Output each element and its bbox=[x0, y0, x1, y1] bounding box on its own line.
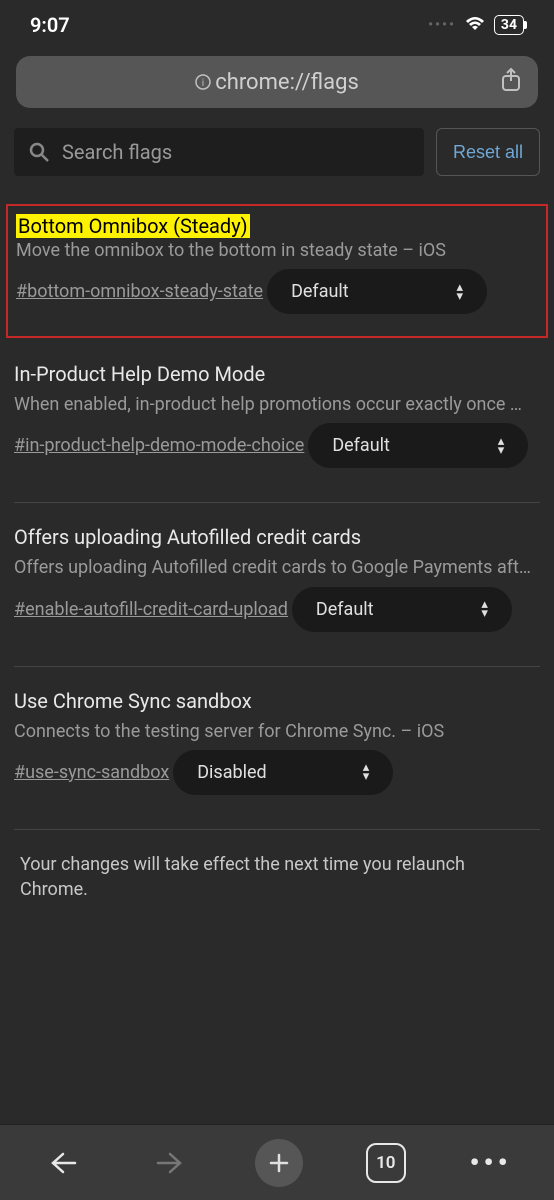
flag-sync-sandbox: Use Chrome Sync sandbox Connects to the … bbox=[14, 689, 540, 801]
svg-text:i: i bbox=[202, 78, 204, 89]
status-bar: 9:07 •••• 34 bbox=[0, 0, 554, 50]
search-placeholder: Search flags bbox=[62, 140, 172, 164]
status-right: •••• 34 bbox=[428, 13, 524, 37]
battery-icon: 34 bbox=[494, 15, 524, 35]
flag-select-value: Disabled bbox=[197, 762, 266, 783]
flag-desc: Move the omnibox to the bottom in steady… bbox=[16, 238, 538, 263]
bottom-toolbar: 10 ••• bbox=[0, 1124, 554, 1200]
flag-bottom-omnibox: Bottom Omnibox (Steady) Move the omnibox… bbox=[6, 204, 548, 338]
chevron-updown-icon: ▴▾ bbox=[457, 283, 464, 301]
info-icon: i bbox=[195, 74, 211, 90]
flag-desc: When enabled, in-product help promotions… bbox=[14, 392, 540, 417]
tabs-count: 10 bbox=[376, 1153, 395, 1173]
flag-iph-demo: In-Product Help Demo Mode When enabled, … bbox=[14, 362, 540, 474]
more-button[interactable]: ••• bbox=[469, 1141, 513, 1185]
divider bbox=[14, 829, 540, 830]
back-button[interactable] bbox=[41, 1141, 85, 1185]
flag-anchor-link[interactable]: #enable-autofill-credit-card-upload bbox=[14, 599, 288, 620]
flag-select[interactable]: Default ▴▾ bbox=[267, 269, 487, 314]
wifi-icon bbox=[464, 13, 486, 37]
flag-title: Bottom Omnibox (Steady) bbox=[16, 214, 250, 238]
flag-title: Offers uploading Autofilled credit cards bbox=[14, 525, 540, 549]
url-bar[interactable]: i chrome://flags bbox=[16, 56, 538, 108]
flag-title: In-Product Help Demo Mode bbox=[14, 362, 540, 386]
flag-anchor-link[interactable]: #use-sync-sandbox bbox=[14, 762, 169, 783]
flag-select-value: Default bbox=[316, 599, 374, 620]
search-icon bbox=[28, 141, 50, 163]
chevron-updown-icon: ▴▾ bbox=[481, 600, 488, 618]
tabs-button[interactable]: 10 bbox=[366, 1143, 406, 1183]
flag-anchor-link[interactable]: #in-product-help-demo-mode-choice bbox=[14, 435, 304, 456]
flag-select-value: Default bbox=[332, 435, 390, 456]
flag-select-value: Default bbox=[291, 281, 349, 302]
flag-desc: Connects to the testing server for Chrom… bbox=[14, 719, 540, 744]
flag-select[interactable]: Default ▴▾ bbox=[292, 587, 512, 632]
forward-button[interactable] bbox=[148, 1141, 192, 1185]
flag-autofill-upload: Offers uploading Autofilled credit cards… bbox=[14, 525, 540, 637]
url-text: i chrome://flags bbox=[195, 70, 359, 95]
share-icon[interactable] bbox=[500, 67, 522, 97]
chevron-updown-icon: ▴▾ bbox=[363, 763, 370, 781]
status-time: 9:07 bbox=[30, 13, 70, 37]
search-input[interactable]: Search flags bbox=[14, 128, 424, 176]
search-row: Search flags Reset all bbox=[14, 128, 540, 176]
chevron-updown-icon: ▴▾ bbox=[498, 437, 505, 455]
divider bbox=[14, 666, 540, 667]
new-tab-button[interactable] bbox=[255, 1139, 303, 1187]
divider bbox=[14, 502, 540, 503]
status-dots-icon: •••• bbox=[428, 17, 456, 33]
flag-select[interactable]: Default ▴▾ bbox=[308, 423, 528, 468]
flag-desc: Offers uploading Autofilled credit cards… bbox=[14, 555, 540, 580]
flag-select[interactable]: Disabled ▴▾ bbox=[173, 750, 393, 795]
reset-all-button[interactable]: Reset all bbox=[436, 128, 540, 176]
flag-title: Use Chrome Sync sandbox bbox=[14, 689, 540, 713]
flag-anchor-link[interactable]: #bottom-omnibox-steady-state bbox=[16, 281, 263, 302]
relaunch-note: Your changes will take effect the next t… bbox=[14, 852, 540, 902]
content: Search flags Reset all Bottom Omnibox (S… bbox=[0, 114, 554, 902]
